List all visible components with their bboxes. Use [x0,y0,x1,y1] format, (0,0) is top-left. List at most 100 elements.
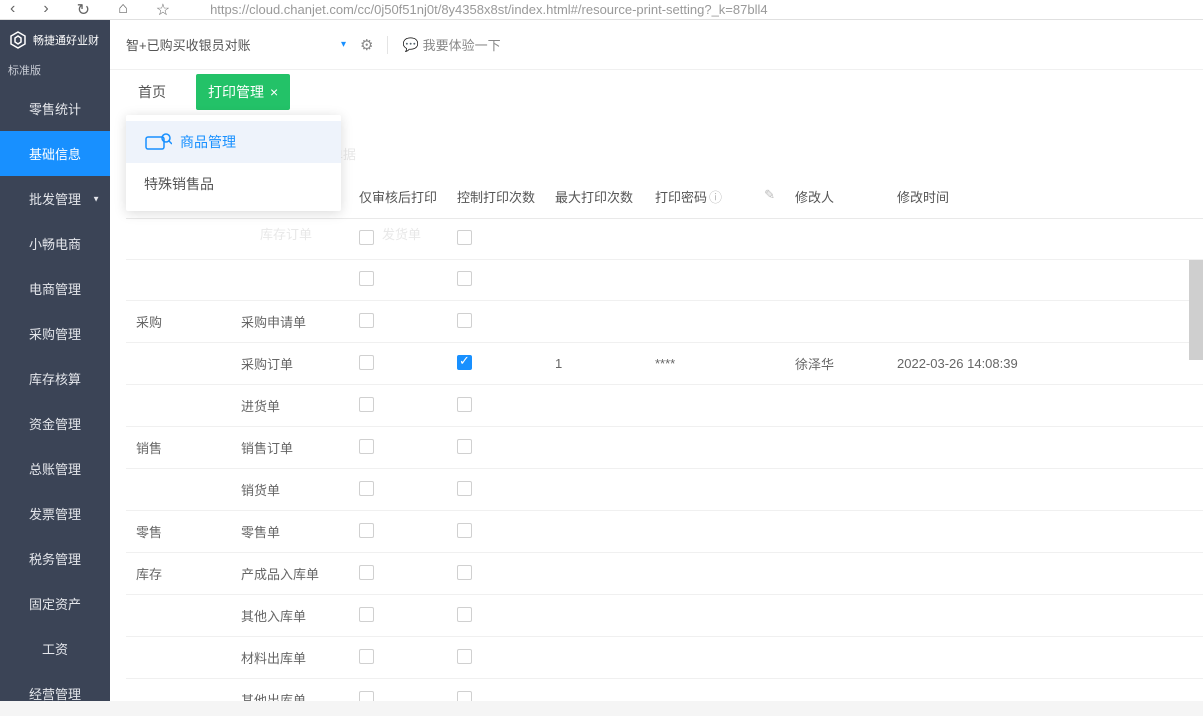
cell-modifier [785,219,887,260]
checkbox[interactable] [359,355,374,370]
table-row: 销售销售订单 [126,427,1203,469]
forward-icon[interactable]: › [43,0,48,20]
home-icon[interactable]: ⌂ [118,0,128,20]
sidebar-item-6[interactable]: 库存核算 [0,356,110,401]
checkbox[interactable] [457,523,472,538]
star-icon[interactable]: ☆ [156,0,170,20]
checkbox[interactable] [359,481,374,496]
tab-0[interactable]: 首页 [126,74,178,110]
checkbox[interactable] [457,230,472,245]
cell-pwd[interactable] [645,595,785,637]
cell-modifier [785,595,887,637]
url-bar[interactable]: https://cloud.chanjet.com/cc/0j50f51nj0t… [190,2,1193,17]
gear-icon[interactable]: ⚙ [360,36,373,54]
brand-name: 畅捷通好业财 [33,32,99,48]
checkbox[interactable] [457,313,472,328]
scrollbar[interactable] [1189,260,1203,380]
tab-1[interactable]: 打印管理× [196,74,290,110]
cell-modifier [785,427,887,469]
cell-category [126,637,231,679]
checkbox[interactable] [359,523,374,538]
sidebar-item-7[interactable]: 资金管理 [0,401,110,446]
sidebar-item-13[interactable]: 经营管理 [0,671,110,716]
submenu-item-1[interactable]: 特殊销售品 [126,163,341,205]
checkbox[interactable] [457,649,472,664]
sidebar-item-11[interactable]: 固定资产 [0,581,110,626]
submenu-item-0[interactable]: 商品管理 [126,121,341,163]
cell-category [126,385,231,427]
close-icon[interactable]: × [270,84,278,100]
checkbox[interactable] [457,439,472,454]
checkbox[interactable] [359,607,374,622]
chevron-down-icon: ▾ [341,39,346,50]
cell-audit [349,469,447,511]
sidebar-item-0[interactable]: 零售统计 [0,86,110,131]
table-container: 仅审核后打印 控制打印次数 最大打印次数 打印密码ⓘ✎ 修改人 修改时间 采购采… [126,175,1203,701]
cell-category [126,260,231,301]
cell-time [887,469,1203,511]
cell-modifier [785,385,887,427]
sidebar-item-9[interactable]: 发票管理 [0,491,110,536]
help-icon[interactable]: ⓘ [709,190,722,205]
cell-pwd[interactable] [645,553,785,595]
sidebar-item-10[interactable]: 税务管理 [0,536,110,581]
cell-pwd[interactable] [645,301,785,343]
cell-pwd[interactable] [645,511,785,553]
sidebar-item-5[interactable]: 采购管理 [0,311,110,356]
checkbox[interactable] [457,355,472,370]
browser-toolbar: ‹ › ↻ ⌂ ☆ https://cloud.chanjet.com/cc/0… [0,0,1203,20]
sidebar-item-12[interactable]: 工资 [0,626,110,671]
checkbox[interactable] [359,565,374,580]
checkbox[interactable] [457,481,472,496]
sidebar-item-3[interactable]: 小畅电商 [0,221,110,266]
feedback-link[interactable]: 💬 我要体验一下 [402,35,500,54]
cell-max[interactable] [545,553,645,595]
cell-max[interactable] [545,301,645,343]
checkbox[interactable] [457,397,472,412]
cell-max[interactable] [545,679,645,702]
cell-max[interactable] [545,427,645,469]
table-row: 其他入库单 [126,595,1203,637]
checkbox[interactable] [359,313,374,328]
checkbox[interactable] [457,607,472,622]
cell-pwd[interactable] [645,469,785,511]
cell-pwd[interactable] [645,637,785,679]
checkbox[interactable] [457,691,472,702]
checkbox[interactable] [457,271,472,286]
table-row: 材料出库单 [126,637,1203,679]
sidebar-item-2[interactable]: 批发管理▼ [0,176,110,221]
cell-control [447,679,545,702]
checkbox[interactable] [359,397,374,412]
account-dropdown[interactable]: 智+已购买收银员对账 ▾ [126,35,346,54]
checkbox[interactable] [359,230,374,245]
cell-max[interactable] [545,595,645,637]
cell-max[interactable] [545,219,645,260]
cell-pwd[interactable] [645,427,785,469]
cell-max[interactable]: 1 [545,343,645,385]
cell-max[interactable] [545,637,645,679]
checkbox[interactable] [359,271,374,286]
back-icon[interactable]: ‹ [10,0,15,20]
cell-max[interactable] [545,260,645,301]
cell-max[interactable] [545,469,645,511]
cell-control [447,469,545,511]
cell-pwd[interactable]: **** [645,343,785,385]
cell-max[interactable] [545,511,645,553]
sidebar-item-1[interactable]: 基础信息 [0,131,110,176]
sidebar-item-8[interactable]: 总账管理 [0,446,110,491]
checkbox[interactable] [359,691,374,702]
cell-pwd[interactable] [645,679,785,702]
checkbox[interactable] [457,565,472,580]
table-row: 进货单 [126,385,1203,427]
cell-pwd[interactable] [645,219,785,260]
cell-audit [349,511,447,553]
sidebar-item-4[interactable]: 电商管理 [0,266,110,311]
cell-max[interactable] [545,385,645,427]
refresh-icon[interactable]: ↻ [77,0,90,20]
edit-icon[interactable]: ✎ [764,187,775,203]
checkbox[interactable] [359,439,374,454]
scrollbar-thumb[interactable] [1189,260,1203,360]
cell-pwd[interactable] [645,385,785,427]
checkbox[interactable] [359,649,374,664]
cell-pwd[interactable] [645,260,785,301]
